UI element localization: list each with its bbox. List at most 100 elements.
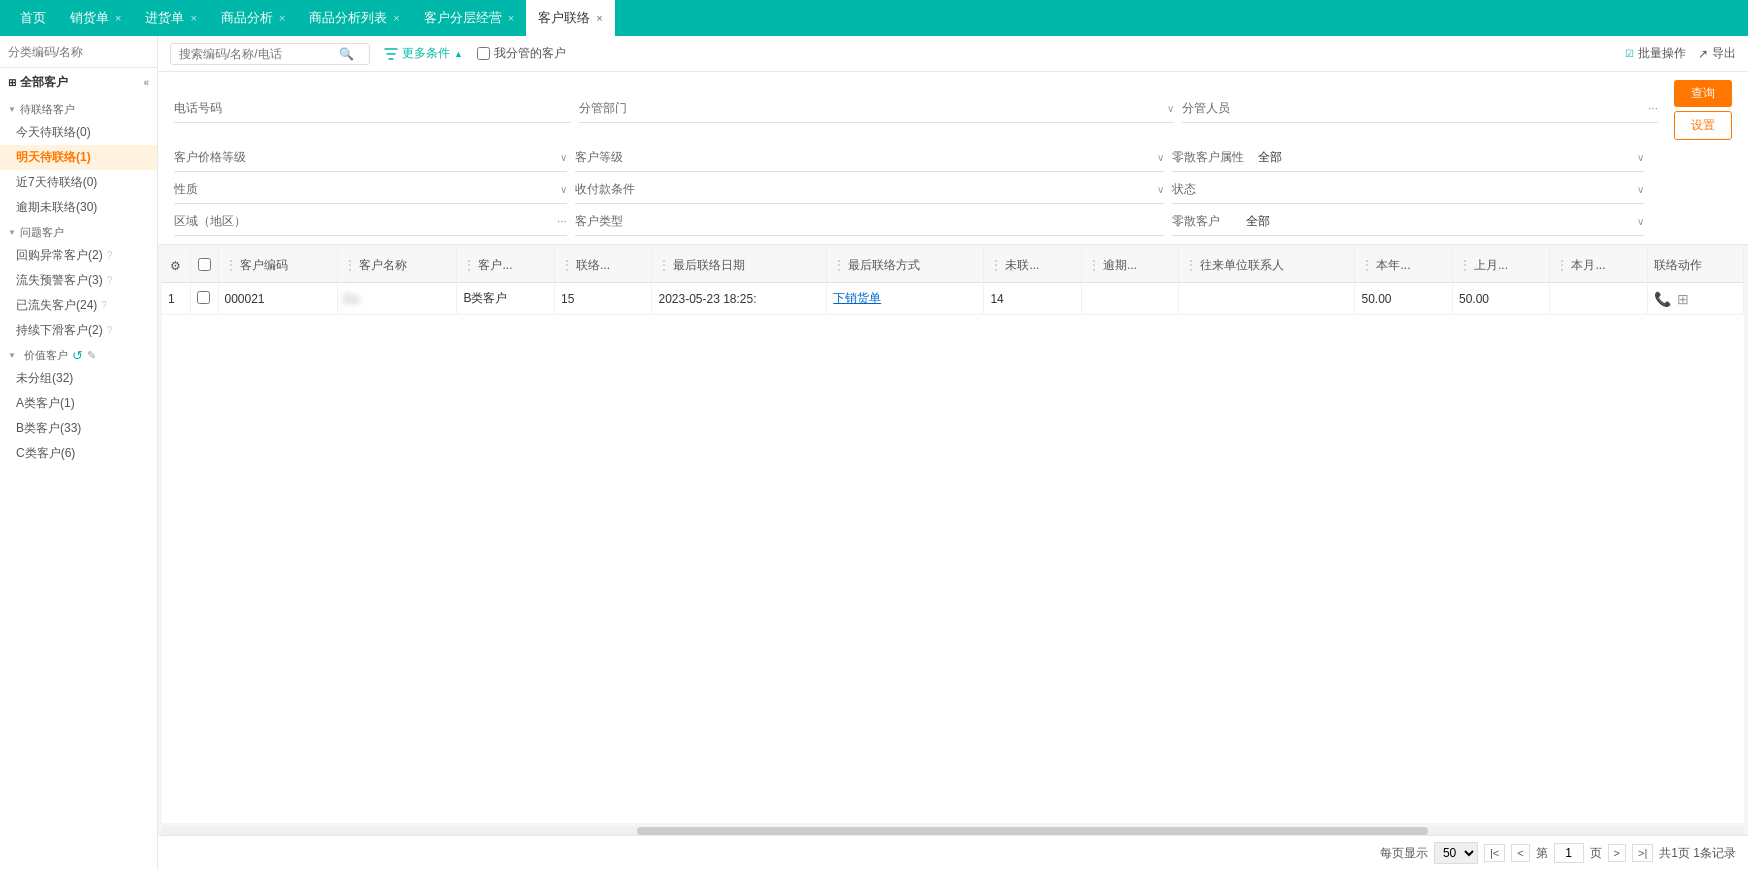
- nature-dropdown-icon[interactable]: ∨: [560, 184, 567, 195]
- row-action: 📞 ⊞: [1647, 283, 1743, 315]
- price-level-dropdown-icon[interactable]: ∨: [560, 152, 567, 163]
- filter-row-1: 电话号码 分管部门 ∨ 分管人员 ··· 查询 设置: [174, 80, 1732, 140]
- toolbar-right: ☑ 批量操作 ↗ 导出: [1625, 45, 1736, 62]
- sidebar-item-tomorrow-pending[interactable]: 明天待联络(1): [0, 145, 157, 170]
- chevron-up-icon: ▲: [454, 49, 463, 59]
- query-button[interactable]: 查询: [1674, 80, 1732, 107]
- filter-dept: 分管部门 ∨: [579, 97, 1174, 123]
- last-page-button[interactable]: >|: [1632, 844, 1653, 862]
- close-product-analysis-list-icon[interactable]: ×: [393, 12, 399, 24]
- my-customers-checkbox-label[interactable]: 我分管的客户: [477, 45, 566, 62]
- row-type: B类客户: [457, 283, 555, 315]
- batch-op-button[interactable]: ☑ 批量操作: [1625, 45, 1686, 62]
- close-sales-order-icon[interactable]: ×: [115, 12, 121, 24]
- pending-customers-group: 待联络客户: [0, 97, 157, 120]
- toolbar-search-icon[interactable]: 🔍: [339, 47, 354, 61]
- search-input[interactable]: [179, 47, 339, 61]
- help-icon-declining[interactable]: ?: [107, 325, 113, 336]
- sidebar-search-input[interactable]: [8, 45, 158, 59]
- page-number-input[interactable]: [1554, 843, 1584, 863]
- row-last-contact-method[interactable]: 下销货单: [827, 283, 984, 315]
- close-product-analysis-icon[interactable]: ×: [279, 12, 285, 24]
- top-navigation: 首页 销货单 × 进货单 × 商品分析 × 商品分析列表 × 客户分层经营 × …: [0, 0, 1748, 36]
- settings-icon[interactable]: ⚙: [170, 259, 181, 273]
- payment-dropdown-icon[interactable]: ∨: [1157, 184, 1164, 195]
- filter-price-level: 客户价格等级 ∨: [174, 146, 567, 172]
- close-customer-stratification-icon[interactable]: ×: [508, 12, 514, 24]
- sidebar-item-c-class[interactable]: C类客户(6): [0, 441, 157, 466]
- horizontal-scrollbar[interactable]: [162, 827, 1744, 835]
- filter-person: 分管人员 ···: [1182, 97, 1658, 123]
- select-all-checkbox[interactable]: [198, 258, 211, 271]
- sidebar-item-a-class[interactable]: A类客户(1): [0, 391, 157, 416]
- nav-sales-order[interactable]: 销货单 ×: [58, 0, 133, 36]
- col-checkbox[interactable]: [190, 249, 218, 283]
- col-settings[interactable]: ⚙: [162, 249, 190, 283]
- col-last-contact-method: ⋮最后联络方式: [827, 249, 984, 283]
- filter-row-2: 客户价格等级 ∨ 客户等级 ∨ 零散客户属性 全部 ∨: [174, 146, 1732, 172]
- help-icon-churned[interactable]: ?: [101, 300, 107, 311]
- row-select-checkbox[interactable]: [197, 291, 210, 304]
- nav-purchase-order[interactable]: 进货单 ×: [133, 0, 208, 36]
- main-layout: 🔍 ⊞ 全部客户 « 待联络客户 今天待联络(0) 明天待联络(1) 近7天待联…: [0, 36, 1748, 870]
- col-code: ⋮客户编码: [218, 249, 337, 283]
- filter-status: 状态 ∨: [1172, 178, 1644, 204]
- col-this-year: ⋮本年...: [1355, 249, 1453, 283]
- set-button[interactable]: 设置: [1674, 111, 1732, 140]
- next-page-button[interactable]: >: [1608, 844, 1626, 862]
- sidebar-item-churn-warning[interactable]: 流失预警客户(3) ?: [0, 268, 157, 293]
- status-dropdown-icon[interactable]: ∨: [1637, 184, 1644, 195]
- help-icon-churn-warning[interactable]: ?: [107, 275, 113, 286]
- search-container: 🔍: [170, 43, 370, 65]
- table-row: 1 000021 Ea B类客户 15 2023-05-23 18:25: 下销…: [162, 283, 1744, 315]
- grid-icon: ⊞: [8, 77, 16, 88]
- filter-row-3: 性质 ∨ 收付款条件 ∨ 状态 ∨: [174, 178, 1732, 204]
- retail-attr-dropdown-icon[interactable]: ∨: [1637, 152, 1644, 163]
- row-overdue: [1081, 283, 1179, 315]
- retail-customer-dropdown-icon[interactable]: ∨: [1637, 216, 1644, 227]
- refresh-value-icon[interactable]: ↺: [72, 348, 83, 363]
- all-customers-header[interactable]: ⊞ 全部客户 «: [0, 68, 157, 97]
- nav-customer-stratification[interactable]: 客户分层经营 ×: [412, 0, 526, 36]
- prev-page-button[interactable]: <: [1511, 844, 1529, 862]
- nav-customer-contact[interactable]: 客户联络 ×: [526, 0, 614, 36]
- first-page-button[interactable]: |<: [1484, 844, 1505, 862]
- col-last-month: ⋮上月...: [1452, 249, 1550, 283]
- sidebar-item-b-class[interactable]: B类客户(33): [0, 416, 157, 441]
- phone-action-icon[interactable]: 📞: [1654, 291, 1671, 307]
- sidebar-item-today-pending[interactable]: 今天待联络(0): [0, 120, 157, 145]
- my-customers-checkbox[interactable]: [477, 47, 490, 60]
- sidebar-item-declining[interactable]: 持续下滑客户(2) ?: [0, 318, 157, 343]
- sidebar-item-ungrouped[interactable]: 未分组(32): [0, 366, 157, 391]
- sidebar-search-container: 🔍: [0, 36, 157, 68]
- dept-dropdown-icon[interactable]: ∨: [1167, 103, 1174, 114]
- scrollbar-thumb[interactable]: [637, 827, 1428, 835]
- grid-action-icon[interactable]: ⊞: [1677, 291, 1689, 307]
- person-dots-icon[interactable]: ···: [1648, 101, 1658, 115]
- sidebar-item-repurchase-anomaly[interactable]: 回购异常客户(2) ?: [0, 243, 157, 268]
- nav-product-analysis[interactable]: 商品分析 ×: [209, 0, 297, 36]
- edit-value-icon[interactable]: ✎: [87, 349, 96, 362]
- nav-product-analysis-list[interactable]: 商品分析列表 ×: [297, 0, 411, 36]
- col-type: ⋮客户...: [457, 249, 555, 283]
- per-page-select[interactable]: 50: [1434, 842, 1478, 864]
- problem-customers-group: 问题客户: [0, 220, 157, 243]
- more-filters-button[interactable]: 更多条件 ▲: [378, 42, 469, 65]
- sidebar-item-7days-pending[interactable]: 近7天待联络(0): [0, 170, 157, 195]
- region-dots-icon[interactable]: ···: [557, 214, 567, 228]
- collapse-icon[interactable]: «: [143, 77, 149, 88]
- filter-panel: 电话号码 分管部门 ∨ 分管人员 ··· 查询 设置 客户价格等级: [158, 72, 1748, 245]
- close-customer-contact-icon[interactable]: ×: [596, 12, 602, 24]
- export-button[interactable]: ↗ 导出: [1698, 45, 1736, 62]
- customer-level-dropdown-icon[interactable]: ∨: [1157, 152, 1164, 163]
- sidebar-item-overdue-pending[interactable]: 逾期未联络(30): [0, 195, 157, 220]
- row-not-contacted: 14: [984, 283, 1082, 315]
- col-contact-count: ⋮联络...: [554, 249, 652, 283]
- sidebar-item-churned[interactable]: 已流失客户(24) ?: [0, 293, 157, 318]
- close-purchase-order-icon[interactable]: ×: [190, 12, 196, 24]
- help-icon-repurchase[interactable]: ?: [107, 250, 113, 261]
- row-contact-count: 15: [554, 283, 652, 315]
- nav-home[interactable]: 首页: [8, 0, 58, 36]
- filter-nature: 性质 ∨: [174, 178, 567, 204]
- row-checkbox[interactable]: [190, 283, 218, 315]
